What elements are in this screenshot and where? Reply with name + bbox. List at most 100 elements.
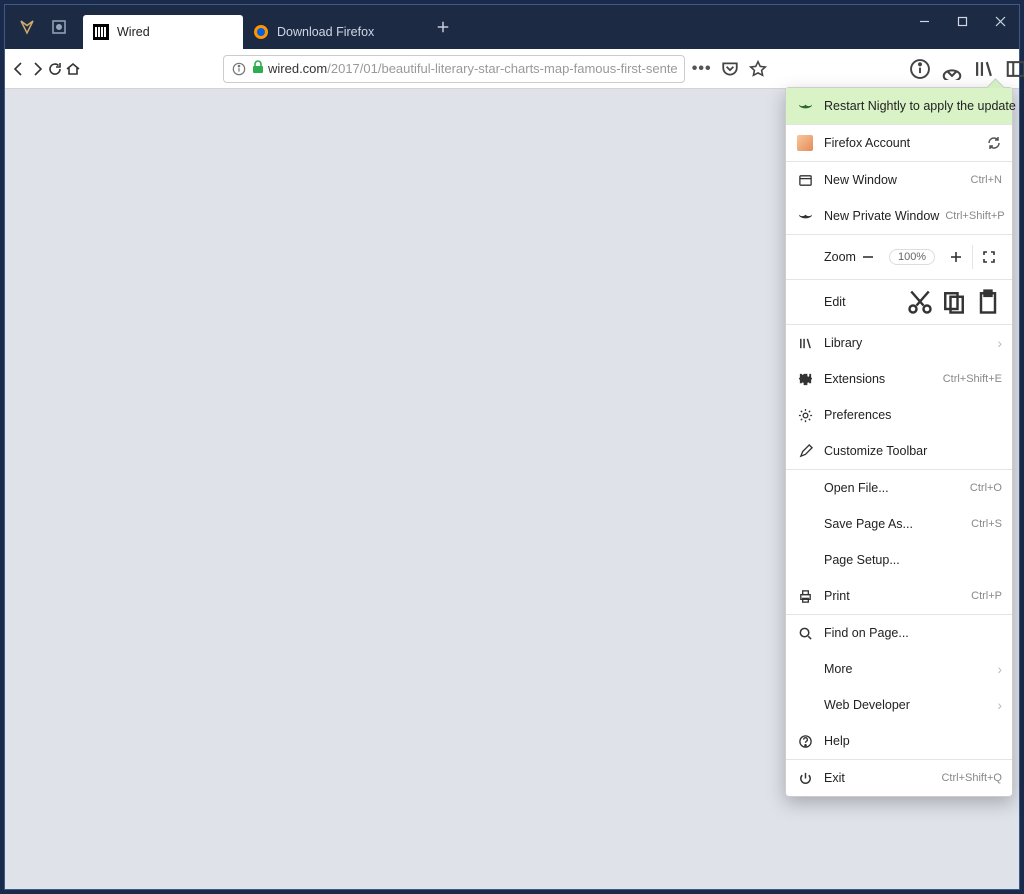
more-item[interactable]: More › [786,651,1012,687]
zoom-row: Zoom 100% [786,235,1012,279]
search-icon [796,624,814,642]
preferences-item[interactable]: Preferences [786,397,1012,433]
restart-update-banner[interactable]: Restart Nightly to apply the update [786,88,1012,124]
maximize-button[interactable] [943,5,981,37]
zoom-out-button[interactable] [856,243,881,271]
page-actions-icon[interactable]: ••• [693,60,711,78]
help-icon [796,732,814,750]
close-button[interactable] [981,5,1019,37]
preferences-label: Preferences [824,408,1002,422]
chevron-right-icon: › [997,697,1002,713]
new-private-shortcut: Ctrl+Shift+P [945,210,1004,222]
more-label: More [824,662,997,676]
sync-icon[interactable] [986,135,1002,151]
minimize-button[interactable] [905,5,943,37]
exit-label: Exit [824,771,935,785]
print-item[interactable]: Print Ctrl+P [786,578,1012,614]
zoom-value: 100% [889,249,935,265]
mask-icon [796,97,814,115]
mask-icon [796,207,814,225]
url-actions: ••• [693,60,767,78]
window-icon [796,171,814,189]
edit-label: Edit [796,295,900,309]
lock-icon [252,60,264,77]
restart-update-label: Restart Nightly to apply the update [824,99,1016,113]
titlebar-left [5,5,75,49]
copy-button[interactable] [940,288,968,316]
back-button[interactable] [11,54,27,84]
zoom-label: Zoom [796,250,856,264]
print-label: Print [824,589,965,603]
page-setup-item[interactable]: Page Setup... [786,542,1012,578]
avatar-icon [796,134,814,152]
find-label: Find on Page... [824,626,1002,640]
page-setup-label: Page Setup... [824,553,1002,567]
exit-item[interactable]: Exit Ctrl+Shift+Q [786,760,1012,796]
app-icon [15,15,39,39]
url-path: /2017/01/beautiful-literary-star-charts-… [327,61,677,76]
tab-strip: Wired Download Firefox [83,5,457,49]
paste-button[interactable] [974,288,1002,316]
wired-favicon-icon [93,24,109,40]
chevron-right-icon: › [997,661,1002,677]
paintbrush-icon [796,442,814,460]
chevron-right-icon: › [997,335,1002,351]
site-info-icon[interactable] [230,62,248,76]
urlbar-container: wired.com/2017/01/beautiful-literary-sta… [223,55,767,83]
bookmark-star-icon[interactable] [749,60,767,78]
window-controls [905,5,1019,37]
find-on-page-item[interactable]: Find on Page... [786,615,1012,651]
customize-label: Customize Toolbar [824,444,1002,458]
tab-active-title: Wired [117,25,150,39]
printer-icon [796,587,814,605]
browser-window: Wired Download Firefox [4,4,1020,890]
save-as-label: Save Page As... [824,517,965,531]
firefox-account-label: Firefox Account [824,136,986,150]
cut-button[interactable] [906,288,934,316]
open-file-shortcut: Ctrl+O [970,482,1002,494]
save-page-as-item[interactable]: Save Page As... Ctrl+S [786,506,1012,542]
save-as-shortcut: Ctrl+S [971,518,1002,530]
app-menu-panel: Restart Nightly to apply the update Fire… [785,87,1013,797]
nav-toolbar: wired.com/2017/01/beautiful-literary-sta… [5,49,1019,89]
library-icon [796,334,814,352]
pocket-icon[interactable] [721,60,739,78]
new-window-shortcut: Ctrl+N [971,174,1002,186]
extensions-shortcut: Ctrl+Shift+E [943,373,1002,385]
toolbar-right-icons [909,54,1024,84]
extensions-item[interactable]: Extensions Ctrl+Shift+E [786,361,1012,397]
divider [972,245,973,269]
power-icon [796,769,814,787]
library-item[interactable]: Library › [786,325,1012,361]
customize-toolbar-item[interactable]: Customize Toolbar [786,433,1012,469]
web-developer-item[interactable]: Web Developer › [786,687,1012,723]
tab-inactive[interactable]: Download Firefox [243,15,423,49]
open-file-item[interactable]: Open File... Ctrl+O [786,470,1012,506]
sidebar-icon[interactable] [1005,58,1024,80]
help-label: Help [824,734,1002,748]
home-button[interactable] [65,54,81,84]
firefox-favicon-icon [253,24,269,40]
info-badge-icon[interactable] [909,58,931,80]
downloads-icon[interactable] [941,58,963,80]
extensions-label: Extensions [824,372,937,386]
library-label: Library [824,336,997,350]
exit-shortcut: Ctrl+Shift+Q [941,772,1002,784]
help-item[interactable]: Help [786,723,1012,759]
tab-active[interactable]: Wired [83,15,243,49]
firefox-account-item[interactable]: Firefox Account [786,125,1012,161]
tab-inactive-title: Download Firefox [277,25,374,39]
zoom-in-button[interactable] [943,243,968,271]
new-private-label: New Private Window [824,209,939,223]
fullscreen-button[interactable] [977,243,1002,271]
new-private-window-item[interactable]: New Private Window Ctrl+Shift+P [786,198,1012,234]
open-file-label: Open File... [824,481,964,495]
library-icon[interactable] [973,58,995,80]
reload-button[interactable] [47,54,63,84]
url-domain: wired.com [268,61,327,76]
new-window-item[interactable]: New Window Ctrl+N [786,162,1012,198]
url-bar[interactable]: wired.com/2017/01/beautiful-literary-sta… [223,55,685,83]
forward-button[interactable] [29,54,45,84]
new-tab-button[interactable] [429,13,457,41]
new-window-label: New Window [824,173,965,187]
